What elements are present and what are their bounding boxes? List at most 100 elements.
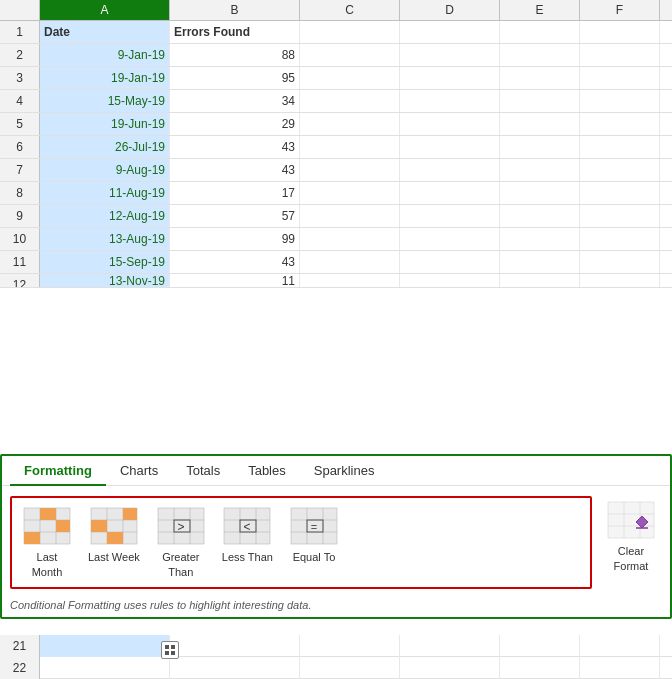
cell-f1[interactable] xyxy=(580,21,660,43)
cell-c4[interactable] xyxy=(300,90,400,112)
cell-d2[interactable] xyxy=(400,44,500,66)
cell-e3[interactable] xyxy=(500,67,580,89)
cell-b8[interactable]: 17 xyxy=(170,182,300,204)
cell-d9[interactable] xyxy=(400,205,500,227)
col-header-d[interactable]: D xyxy=(400,0,500,20)
cell-a22[interactable] xyxy=(40,657,170,679)
quick-analysis-button[interactable] xyxy=(161,641,179,659)
cell-d5[interactable] xyxy=(400,113,500,135)
cell-b5[interactable]: 29 xyxy=(170,113,300,135)
cell-c8[interactable] xyxy=(300,182,400,204)
cell-c6[interactable] xyxy=(300,136,400,158)
cell-c22[interactable] xyxy=(300,657,400,679)
cell-c10[interactable] xyxy=(300,228,400,250)
cell-a10[interactable]: 13-Aug-19 xyxy=(40,228,170,250)
qa-item-equal-to[interactable]: = Equal To xyxy=(283,502,345,583)
tab-totals[interactable]: Totals xyxy=(172,457,234,486)
cell-a11[interactable]: 15-Sep-19 xyxy=(40,251,170,273)
cell-a3[interactable]: 19-Jan-19 xyxy=(40,67,170,89)
cell-a2[interactable]: 9-Jan-19 xyxy=(40,44,170,66)
cell-d4[interactable] xyxy=(400,90,500,112)
cell-a8[interactable]: 11-Aug-19 xyxy=(40,182,170,204)
qa-item-last-week[interactable]: Last Week xyxy=(82,502,146,583)
col-header-b[interactable]: B xyxy=(170,0,300,20)
tab-sparklines[interactable]: Sparklines xyxy=(300,457,389,486)
qa-item-clear-format[interactable]: ClearFormat xyxy=(600,496,662,577)
cell-e21[interactable] xyxy=(500,635,580,657)
cell-a6[interactable]: 26-Jul-19 xyxy=(40,136,170,158)
cell-b7[interactable]: 43 xyxy=(170,159,300,181)
cell-b3[interactable]: 95 xyxy=(170,67,300,89)
tab-formatting[interactable]: Formatting xyxy=(10,457,106,486)
cell-d1[interactable] xyxy=(400,21,500,43)
cell-d21[interactable] xyxy=(400,635,500,657)
cell-f2[interactable] xyxy=(580,44,660,66)
cell-d12[interactable] xyxy=(400,274,500,288)
qa-item-last-month[interactable]: LastMonth xyxy=(16,502,78,583)
cell-b11[interactable]: 43 xyxy=(170,251,300,273)
cell-f21[interactable] xyxy=(580,635,660,657)
cell-e4[interactable] xyxy=(500,90,580,112)
cell-b6[interactable]: 43 xyxy=(170,136,300,158)
cell-e7[interactable] xyxy=(500,159,580,181)
cell-c9[interactable] xyxy=(300,205,400,227)
cell-a5[interactable]: 19-Jun-19 xyxy=(40,113,170,135)
cell-b2[interactable]: 88 xyxy=(170,44,300,66)
tab-charts[interactable]: Charts xyxy=(106,457,172,486)
cell-f9[interactable] xyxy=(580,205,660,227)
cell-e10[interactable] xyxy=(500,228,580,250)
qa-item-less-than[interactable]: < Less Than xyxy=(216,502,279,583)
cell-c12[interactable] xyxy=(300,274,400,288)
cell-d6[interactable] xyxy=(400,136,500,158)
col-header-f[interactable]: F xyxy=(580,0,660,20)
cell-f7[interactable] xyxy=(580,159,660,181)
cell-a4[interactable]: 15-May-19 xyxy=(40,90,170,112)
cell-c5[interactable] xyxy=(300,113,400,135)
cell-f5[interactable] xyxy=(580,113,660,135)
cell-d22[interactable] xyxy=(400,657,500,679)
cell-b9[interactable]: 57 xyxy=(170,205,300,227)
cell-f12[interactable] xyxy=(580,274,660,288)
cell-b21[interactable] xyxy=(170,635,300,657)
cell-e2[interactable] xyxy=(500,44,580,66)
cell-d11[interactable] xyxy=(400,251,500,273)
cell-e6[interactable] xyxy=(500,136,580,158)
cell-e1[interactable] xyxy=(500,21,580,43)
cell-f10[interactable] xyxy=(580,228,660,250)
cell-d7[interactable] xyxy=(400,159,500,181)
cell-c11[interactable] xyxy=(300,251,400,273)
cell-a12[interactable]: 13-Nov-19 xyxy=(40,274,170,288)
cell-e11[interactable] xyxy=(500,251,580,273)
cell-e9[interactable] xyxy=(500,205,580,227)
col-header-c[interactable]: C xyxy=(300,0,400,20)
cell-a1[interactable]: Date xyxy=(40,21,170,43)
qa-item-greater-than[interactable]: > GreaterThan xyxy=(150,502,212,583)
cell-e8[interactable] xyxy=(500,182,580,204)
cell-f4[interactable] xyxy=(580,90,660,112)
cell-e5[interactable] xyxy=(500,113,580,135)
cell-f6[interactable] xyxy=(580,136,660,158)
cell-b10[interactable]: 99 xyxy=(170,228,300,250)
cell-a21[interactable] xyxy=(40,635,170,657)
cell-b1[interactable]: Errors Found xyxy=(170,21,300,43)
cell-a9[interactable]: 12-Aug-19 xyxy=(40,205,170,227)
cell-c3[interactable] xyxy=(300,67,400,89)
cell-f11[interactable] xyxy=(580,251,660,273)
cell-f22[interactable] xyxy=(580,657,660,679)
cell-c21[interactable] xyxy=(300,635,400,657)
cell-c1[interactable] xyxy=(300,21,400,43)
col-header-a[interactable]: A xyxy=(40,0,170,20)
tab-tables[interactable]: Tables xyxy=(234,457,300,486)
cell-d3[interactable] xyxy=(400,67,500,89)
cell-d10[interactable] xyxy=(400,228,500,250)
cell-b22[interactable] xyxy=(170,657,300,679)
cell-b12[interactable]: 11 xyxy=(170,274,300,288)
cell-e22[interactable] xyxy=(500,657,580,679)
cell-c7[interactable] xyxy=(300,159,400,181)
cell-e12[interactable] xyxy=(500,274,580,288)
cell-c2[interactable] xyxy=(300,44,400,66)
cell-a7[interactable]: 9-Aug-19 xyxy=(40,159,170,181)
cell-d8[interactable] xyxy=(400,182,500,204)
cell-b4[interactable]: 34 xyxy=(170,90,300,112)
cell-f8[interactable] xyxy=(580,182,660,204)
